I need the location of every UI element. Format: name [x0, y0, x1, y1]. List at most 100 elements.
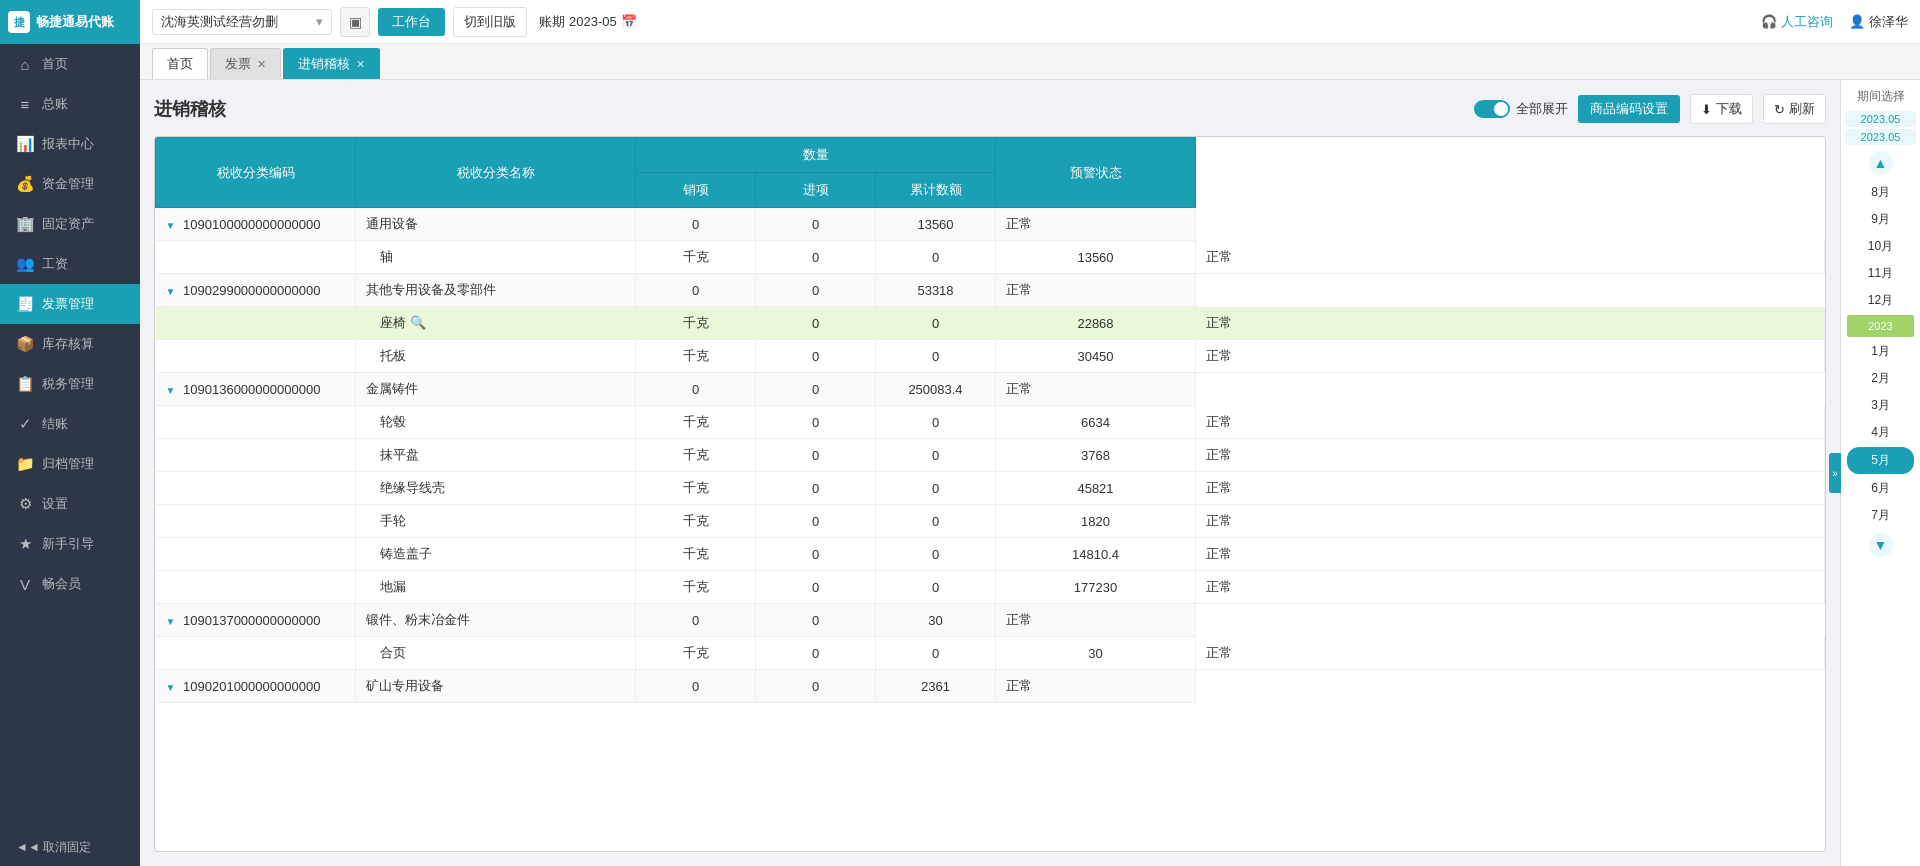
tax-name-cell: 轴	[356, 241, 636, 274]
purchase-cell: 0	[876, 406, 996, 439]
total-cell: 177230	[996, 571, 1196, 604]
month-item[interactable]: 7月	[1841, 502, 1920, 529]
sidebar-item-settings[interactable]: ⚙ 设置	[0, 484, 140, 524]
tabs-bar: 首页 发票 ✕ 进销稽核 ✕	[140, 44, 1920, 80]
panel-header-cell-1: 2023.05	[1845, 111, 1916, 127]
expand-all-toggle[interactable]: 全部展开	[1474, 100, 1568, 118]
month-item[interactable]: 12月	[1841, 287, 1920, 314]
period-selector[interactable]: 账期 2023-05 📅	[539, 13, 637, 31]
service-button[interactable]: 🎧 人工咨询	[1761, 13, 1833, 31]
sidebar-item-close[interactable]: ✓ 结账	[0, 404, 140, 444]
warning-cell: 正常	[1196, 406, 1825, 439]
sales-cell: 0	[756, 307, 876, 340]
product-code-button[interactable]: 商品编码设置	[1578, 95, 1680, 123]
purchase-cell: 0	[756, 373, 876, 406]
tab-reconcile-close[interactable]: ✕	[356, 58, 365, 71]
sidebar-item-payroll[interactable]: 👥 工资	[0, 244, 140, 284]
total-cell: 2361	[876, 670, 996, 703]
expand-icon[interactable]: ▼	[166, 385, 176, 396]
sidebar-item-label: 总账	[42, 95, 68, 113]
tax-name-cell: 托板	[356, 340, 636, 373]
headset-icon: 🎧	[1761, 14, 1777, 29]
save-icon: ▣	[349, 14, 362, 30]
month-item[interactable]: 3月	[1841, 392, 1920, 419]
search-icon[interactable]: 🔍	[410, 315, 426, 330]
workbench-button[interactable]: 工作台	[378, 8, 445, 36]
expand-icon[interactable]: ▼	[166, 220, 176, 231]
sidebar-item-home[interactable]: ⌂ 首页	[0, 44, 140, 84]
company-name: 沈海英测试经营勿删	[161, 13, 278, 31]
company-selector[interactable]: 沈海英测试经营勿删 ▾	[152, 9, 332, 35]
unit-cell: 千克	[636, 538, 756, 571]
sidebar-item-member[interactable]: V 畅会员	[0, 564, 140, 604]
sidebar-item-ledger[interactable]: ≡ 总账	[0, 84, 140, 124]
panel-toggle-button[interactable]: »	[1829, 453, 1841, 493]
tab-home-label: 首页	[167, 55, 193, 73]
total-cell: 53318	[876, 274, 996, 307]
month-item[interactable]: 2023	[1847, 315, 1914, 337]
tab-invoice-close[interactable]: ✕	[257, 58, 266, 71]
warning-cell: 正常	[1196, 571, 1825, 604]
expand-icon[interactable]: ▼	[166, 286, 176, 297]
refresh-button[interactable]: ↻ 刷新	[1763, 94, 1826, 124]
month-item[interactable]: 4月	[1841, 419, 1920, 446]
purchase-cell: 0	[756, 208, 876, 241]
sidebar-item-inventory[interactable]: 📦 库存核算	[0, 324, 140, 364]
assets-icon: 🏢	[16, 215, 34, 233]
tab-reconcile[interactable]: 进销稽核 ✕	[283, 48, 380, 79]
table-row: ▼ 1090100000000000000 通用设备 0 0 13560 正常	[156, 208, 1825, 241]
tab-home[interactable]: 首页	[152, 48, 208, 79]
invoice-icon: 🧾	[16, 295, 34, 313]
months-container: 8月9月10月11月12月20231月2月3月4月5月6月7月	[1841, 179, 1920, 529]
purchase-cell: 0	[876, 241, 996, 274]
user-menu[interactable]: 👤 徐泽华	[1849, 13, 1908, 31]
table-row: 座椅 🔍 千克 0 0 22868 正常	[156, 307, 1825, 340]
unpin-button[interactable]: ◄◄ 取消固定	[0, 829, 140, 866]
month-item[interactable]: 11月	[1841, 260, 1920, 287]
sidebar-item-assets[interactable]: 🏢 固定资产	[0, 204, 140, 244]
sidebar: 捷 畅捷通易代账 ⌂ 首页 ≡ 总账 📊 报表中心 💰 资金管理 🏢 固定资产 …	[0, 0, 140, 866]
sidebar-item-archive[interactable]: 📁 归档管理	[0, 444, 140, 484]
table-row: 地漏 千克 0 0 177230 正常	[156, 571, 1825, 604]
sales-cell: 0	[756, 538, 876, 571]
month-item[interactable]: 1月	[1841, 338, 1920, 365]
save-button[interactable]: ▣	[340, 7, 370, 37]
period-value: 2023-05	[569, 14, 617, 29]
sidebar-item-label: 归档管理	[42, 455, 94, 473]
purchase-cell: 0	[756, 274, 876, 307]
month-item[interactable]: 8月	[1841, 179, 1920, 206]
table-row: 抹平盘 千克 0 0 3768 正常	[156, 439, 1825, 472]
switch-version-button[interactable]: 切到旧版	[453, 7, 527, 37]
sidebar-item-label: 结账	[42, 415, 68, 433]
month-item[interactable]: 6月	[1841, 475, 1920, 502]
tax-icon: 📋	[16, 375, 34, 393]
expand-icon[interactable]: ▼	[166, 682, 176, 693]
purchase-cell: 0	[876, 571, 996, 604]
period-select-label: 期间选择	[1857, 88, 1905, 105]
period-down-arrow[interactable]: ▼	[1869, 533, 1893, 557]
right-panel: » 期间选择 2023.05 2023.05 ▲ 8月9月10月11月12月20…	[1840, 80, 1920, 866]
unpin-label: ◄◄ 取消固定	[16, 839, 91, 856]
close-accounts-icon: ✓	[16, 415, 34, 433]
month-item[interactable]: 9月	[1841, 206, 1920, 233]
sidebar-item-tax[interactable]: 📋 税务管理	[0, 364, 140, 404]
sidebar-item-funds[interactable]: 💰 资金管理	[0, 164, 140, 204]
month-item[interactable]: 5月	[1847, 447, 1914, 474]
expand-icon[interactable]: ▼	[166, 616, 176, 627]
download-label: 下载	[1716, 100, 1742, 118]
tax-name-cell: 手轮	[356, 505, 636, 538]
sidebar-item-guide[interactable]: ★ 新手引导	[0, 524, 140, 564]
table-row: 托板 千克 0 0 30450 正常	[156, 340, 1825, 373]
toggle-track[interactable]	[1474, 100, 1510, 118]
sidebar-item-invoice[interactable]: 🧾 发票管理	[0, 284, 140, 324]
app-name: 畅捷通易代账	[36, 13, 114, 31]
download-button[interactable]: ⬇ 下载	[1690, 94, 1753, 124]
period-up-arrow[interactable]: ▲	[1869, 151, 1893, 175]
sidebar-item-reports[interactable]: 📊 报表中心	[0, 124, 140, 164]
tax-name-cell: 其他专用设备及零部件	[356, 274, 636, 307]
unit-cell: 千克	[636, 406, 756, 439]
month-item[interactable]: 10月	[1841, 233, 1920, 260]
month-item[interactable]: 2月	[1841, 365, 1920, 392]
tax-name-cell: 地漏	[356, 571, 636, 604]
tab-invoice[interactable]: 发票 ✕	[210, 48, 281, 79]
